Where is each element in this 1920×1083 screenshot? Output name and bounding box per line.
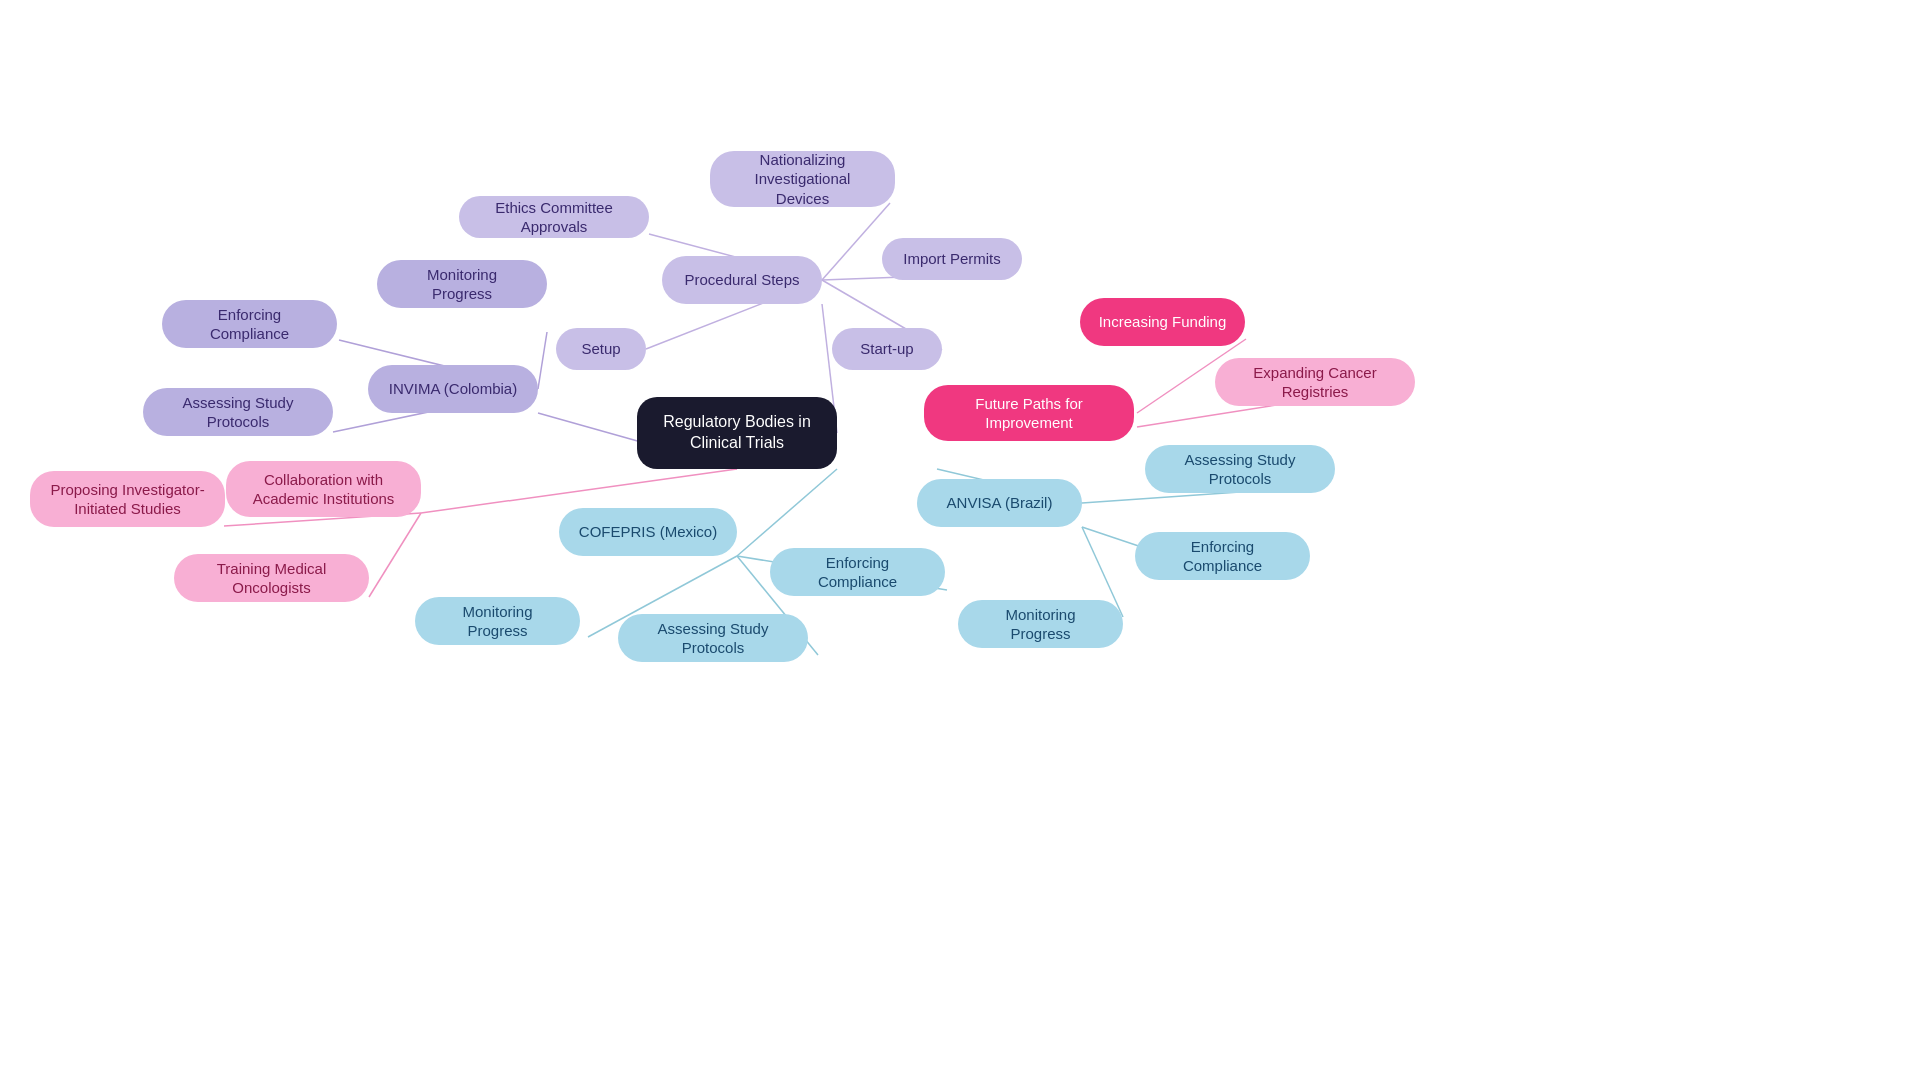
ethics-committee-node[interactable]: Ethics Committee Approvals bbox=[459, 196, 649, 238]
anvisa-node[interactable]: ANVISA (Brazil) bbox=[917, 479, 1082, 527]
training-label: Training Medical Oncologists bbox=[192, 559, 351, 598]
training-node[interactable]: Training Medical Oncologists bbox=[174, 554, 369, 602]
enforcing-anvisa-node[interactable]: Enforcing Compliance bbox=[1135, 532, 1310, 580]
enforcing-invima-label: Enforcing Compliance bbox=[180, 305, 319, 344]
svg-line-7 bbox=[538, 332, 547, 389]
collab-academic-node[interactable]: Collaboration with Academic Institutions bbox=[226, 461, 421, 517]
assessing-cofepris-node[interactable]: Assessing Study Protocols bbox=[618, 614, 808, 662]
increasing-funding-label: Increasing Funding bbox=[1099, 312, 1227, 332]
import-permits-label: Import Permits bbox=[903, 249, 1001, 269]
monitoring-invima-node[interactable]: Monitoring Progress bbox=[377, 260, 547, 308]
collab-academic-label: Collaboration with Academic Institutions bbox=[244, 470, 403, 509]
setup-node[interactable]: Setup bbox=[556, 328, 646, 370]
enforcing-cofepris-node[interactable]: Enforcing Compliance bbox=[770, 548, 945, 596]
proposing-node[interactable]: Proposing Investigator-Initiated Studies bbox=[30, 471, 225, 527]
startup-node[interactable]: Start-up bbox=[832, 328, 942, 370]
expanding-cancer-node[interactable]: Expanding Cancer Registries bbox=[1215, 358, 1415, 406]
monitoring-anvisa-label: Monitoring Progress bbox=[976, 605, 1105, 644]
invima-node[interactable]: INVIMA (Colombia) bbox=[368, 365, 538, 413]
import-permits-node[interactable]: Import Permits bbox=[882, 238, 1022, 280]
svg-line-17 bbox=[1082, 492, 1240, 503]
procedural-steps-label: Procedural Steps bbox=[684, 270, 799, 290]
nationalizing-label: Nationalizing Investigational Devices bbox=[728, 150, 877, 209]
ethics-committee-label: Ethics Committee Approvals bbox=[477, 198, 631, 237]
assessing-anvisa-label: Assessing Study Protocols bbox=[1163, 450, 1317, 489]
center-label: Regulatory Bodies in Clinical Trials bbox=[655, 412, 819, 454]
procedural-steps-node[interactable]: Procedural Steps bbox=[662, 256, 822, 304]
enforcing-invima-node[interactable]: Enforcing Compliance bbox=[162, 300, 337, 348]
monitoring-cofepris-node[interactable]: Monitoring Progress bbox=[415, 597, 580, 645]
assessing-invima-node[interactable]: Assessing Study Protocols bbox=[143, 388, 333, 436]
enforcing-anvisa-label: Enforcing Compliance bbox=[1153, 537, 1292, 576]
proposing-label: Proposing Investigator-Initiated Studies bbox=[48, 480, 207, 519]
cofepris-node[interactable]: COFEPRIS (Mexico) bbox=[559, 508, 737, 556]
expanding-cancer-label: Expanding Cancer Registries bbox=[1233, 363, 1397, 402]
enforcing-cofepris-label: Enforcing Compliance bbox=[788, 553, 927, 592]
assessing-anvisa-node[interactable]: Assessing Study Protocols bbox=[1145, 445, 1335, 493]
setup-label: Setup bbox=[581, 339, 620, 359]
startup-label: Start-up bbox=[860, 339, 913, 359]
monitoring-anvisa-node[interactable]: Monitoring Progress bbox=[958, 600, 1123, 648]
anvisa-label: ANVISA (Brazil) bbox=[947, 493, 1053, 513]
nationalizing-node[interactable]: Nationalizing Investigational Devices bbox=[710, 151, 895, 207]
increasing-funding-node[interactable]: Increasing Funding bbox=[1080, 298, 1245, 346]
cofepris-label: COFEPRIS (Mexico) bbox=[579, 522, 717, 542]
monitoring-invima-label: Monitoring Progress bbox=[395, 265, 529, 304]
future-paths-node[interactable]: Future Paths for Improvement bbox=[924, 385, 1134, 441]
svg-line-10 bbox=[421, 469, 737, 513]
center-node[interactable]: Regulatory Bodies in Clinical Trials bbox=[637, 397, 837, 469]
svg-line-1 bbox=[822, 203, 890, 280]
svg-line-20 bbox=[737, 469, 837, 556]
svg-line-12 bbox=[369, 513, 421, 597]
invima-label: INVIMA (Colombia) bbox=[389, 379, 517, 399]
future-paths-label: Future Paths for Improvement bbox=[942, 394, 1116, 433]
monitoring-cofepris-label: Monitoring Progress bbox=[433, 602, 562, 641]
assessing-cofepris-label: Assessing Study Protocols bbox=[636, 619, 790, 658]
assessing-invima-label: Assessing Study Protocols bbox=[161, 393, 315, 432]
